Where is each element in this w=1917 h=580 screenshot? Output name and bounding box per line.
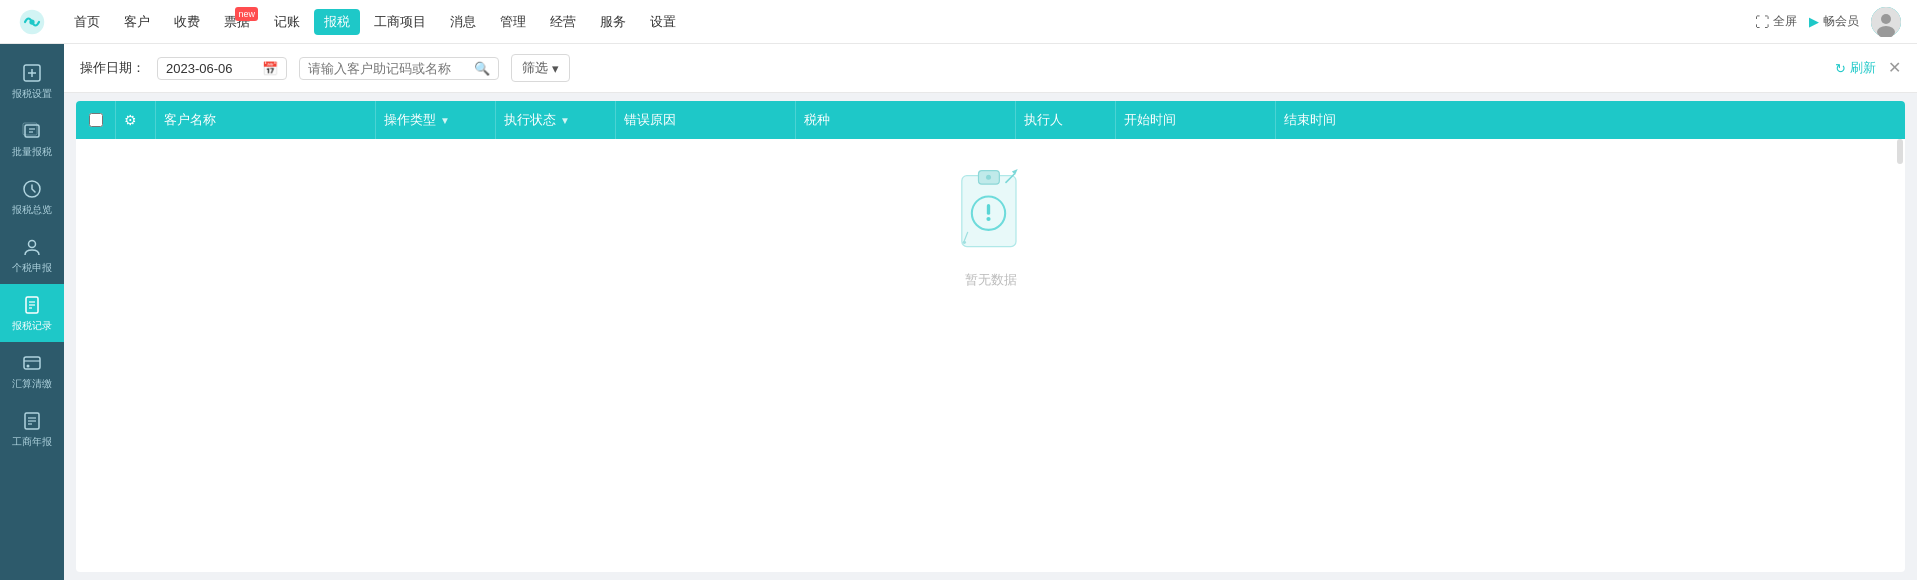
- nav-item-service[interactable]: 服务: [590, 9, 636, 35]
- top-navigation: 首页客户收费票据new记账报税工商项目消息管理经营服务设置 ⛶ 全屏 ▶ 畅会员: [0, 0, 1917, 44]
- nav-item-business[interactable]: 工商项目: [364, 9, 436, 35]
- nav-item-home[interactable]: 首页: [64, 9, 110, 35]
- table-header-start-time: 开始时间: [1116, 101, 1276, 139]
- user-avatar[interactable]: [1871, 7, 1901, 37]
- table-container: ⚙ 客户名称 操作类型 ▼ 执行状态 ▼ 错误原因 税种: [76, 101, 1905, 572]
- error-reason-label: 错误原因: [624, 111, 676, 129]
- sidebar: 报税设置批量报税报税总览个税申报报税记录汇算清缴工商年报: [0, 44, 64, 580]
- sidebar-item-label-tax-settings: 报税设置: [12, 88, 52, 100]
- nav-item-customer[interactable]: 客户: [114, 9, 160, 35]
- calendar-icon: 📅: [262, 61, 278, 76]
- nav-item-invoice[interactable]: 票据new: [214, 9, 260, 35]
- table-body: 暂无数据: [76, 139, 1905, 309]
- client-name-label: 客户名称: [164, 111, 216, 129]
- sidebar-item-tax-settings[interactable]: 报税设置: [0, 52, 64, 110]
- refresh-label: 刷新: [1850, 59, 1876, 77]
- chevron-down-icon: ▾: [552, 61, 559, 76]
- date-input[interactable]: [166, 61, 256, 76]
- exec-status-label: 执行状态: [504, 111, 556, 129]
- svg-point-1: [29, 19, 34, 24]
- executor-label: 执行人: [1024, 111, 1063, 129]
- scrollbar[interactable]: [1897, 139, 1903, 164]
- svg-point-20: [27, 365, 30, 368]
- app-logo[interactable]: [16, 6, 48, 38]
- op-type-sort-icon: ▼: [440, 115, 450, 126]
- op-type-label: 操作类型: [384, 111, 436, 129]
- table-header-checkbox: [76, 101, 116, 139]
- sidebar-item-annual-report[interactable]: 工商年报: [0, 400, 64, 458]
- content-area: 操作日期： 📅 🔍 筛选 ▾ ↻ 刷新 ✕: [64, 44, 1917, 580]
- empty-illustration: [941, 159, 1041, 259]
- close-btn[interactable]: ✕: [1888, 60, 1901, 76]
- batch-tax-icon: [21, 120, 43, 142]
- refresh-btn[interactable]: ↻ 刷新: [1835, 59, 1876, 77]
- svg-point-34: [962, 241, 965, 244]
- fullscreen-btn[interactable]: ⛶ 全屏: [1755, 13, 1797, 30]
- table-header-tax-type: 税种: [796, 101, 1016, 139]
- search-wrapper[interactable]: 🔍: [299, 57, 499, 80]
- sidebar-item-label-tax-records: 报税记录: [12, 320, 52, 332]
- sidebar-item-tax-summary[interactable]: 报税总览: [0, 168, 64, 226]
- sidebar-item-label-individual-tax: 个税申报: [12, 262, 52, 274]
- start-time-label: 开始时间: [1124, 111, 1176, 129]
- nav-item-accounting[interactable]: 记账: [264, 9, 310, 35]
- table-header-client-name: 客户名称: [156, 101, 376, 139]
- main-layout: 报税设置批量报税报税总览个税申报报税记录汇算清缴工商年报 操作日期： 📅 🔍 筛…: [0, 44, 1917, 580]
- sidebar-item-individual-tax[interactable]: 个税申报: [0, 226, 64, 284]
- end-time-label: 结束时间: [1284, 111, 1336, 129]
- svg-rect-29: [986, 204, 989, 215]
- nav-item-management[interactable]: 管理: [490, 9, 536, 35]
- toolbar: 操作日期： 📅 🔍 筛选 ▾ ↻ 刷新 ✕: [64, 44, 1917, 93]
- table-header-op-type[interactable]: 操作类型 ▼: [376, 101, 496, 139]
- date-label: 操作日期：: [80, 59, 145, 77]
- svg-point-3: [1881, 14, 1891, 24]
- settings-icon[interactable]: ⚙: [124, 112, 137, 128]
- table-header-settings: ⚙: [116, 101, 156, 139]
- remit-icon: [21, 352, 43, 374]
- sidebar-item-remit[interactable]: 汇算清缴: [0, 342, 64, 400]
- nav-item-message[interactable]: 消息: [440, 9, 486, 35]
- svg-point-13: [29, 241, 36, 248]
- member-btn[interactable]: ▶ 畅会员: [1809, 13, 1859, 30]
- exec-status-sort-icon: ▼: [560, 115, 570, 126]
- table-header-executor: 执行人: [1016, 101, 1116, 139]
- nav-item-finance[interactable]: 经营: [540, 9, 586, 35]
- date-input-wrapper[interactable]: 📅: [157, 57, 287, 80]
- top-nav-right: ⛶ 全屏 ▶ 畅会员: [1755, 7, 1901, 37]
- sidebar-item-label-tax-summary: 报税总览: [12, 204, 52, 216]
- sidebar-item-tax-records[interactable]: 报税记录: [0, 284, 64, 342]
- nav-items: 首页客户收费票据new记账报税工商项目消息管理经营服务设置: [64, 9, 1755, 35]
- sidebar-item-label-batch-tax: 批量报税: [12, 146, 52, 158]
- svg-rect-18: [24, 357, 40, 369]
- tax-settings-icon: [21, 62, 43, 84]
- svg-marker-32: [1011, 169, 1017, 175]
- filter-btn[interactable]: 筛选 ▾: [511, 54, 570, 82]
- table-header-error-reason: 错误原因: [616, 101, 796, 139]
- annual-report-icon: [21, 410, 43, 432]
- table-header: ⚙ 客户名称 操作类型 ▼ 执行状态 ▼ 错误原因 税种: [76, 101, 1905, 139]
- table-body-wrapper: 暂无数据: [76, 139, 1905, 572]
- nav-badge-invoice: new: [235, 7, 258, 21]
- nav-item-billing[interactable]: 收费: [164, 9, 210, 35]
- table-header-exec-status[interactable]: 执行状态 ▼: [496, 101, 616, 139]
- empty-state: 暂无数据: [941, 159, 1041, 289]
- search-icon: 🔍: [474, 61, 490, 76]
- filter-label: 筛选: [522, 59, 548, 77]
- nav-item-settings[interactable]: 设置: [640, 9, 686, 35]
- nav-item-tax[interactable]: 报税: [314, 9, 360, 35]
- search-input[interactable]: [308, 61, 468, 76]
- refresh-icon: ↻: [1835, 61, 1846, 76]
- empty-text: 暂无数据: [965, 271, 1017, 289]
- tax-summary-icon: [21, 178, 43, 200]
- tax-records-icon: [21, 294, 43, 316]
- sidebar-item-label-remit: 汇算清缴: [12, 378, 52, 390]
- sidebar-item-label-annual-report: 工商年报: [12, 436, 52, 448]
- sidebar-item-batch-tax[interactable]: 批量报税: [0, 110, 64, 168]
- table-header-end-time: 结束时间: [1276, 101, 1436, 139]
- individual-tax-icon: [21, 236, 43, 258]
- tax-type-label: 税种: [804, 111, 830, 129]
- select-all-checkbox[interactable]: [89, 113, 103, 127]
- svg-point-27: [986, 175, 991, 180]
- svg-point-30: [986, 217, 990, 221]
